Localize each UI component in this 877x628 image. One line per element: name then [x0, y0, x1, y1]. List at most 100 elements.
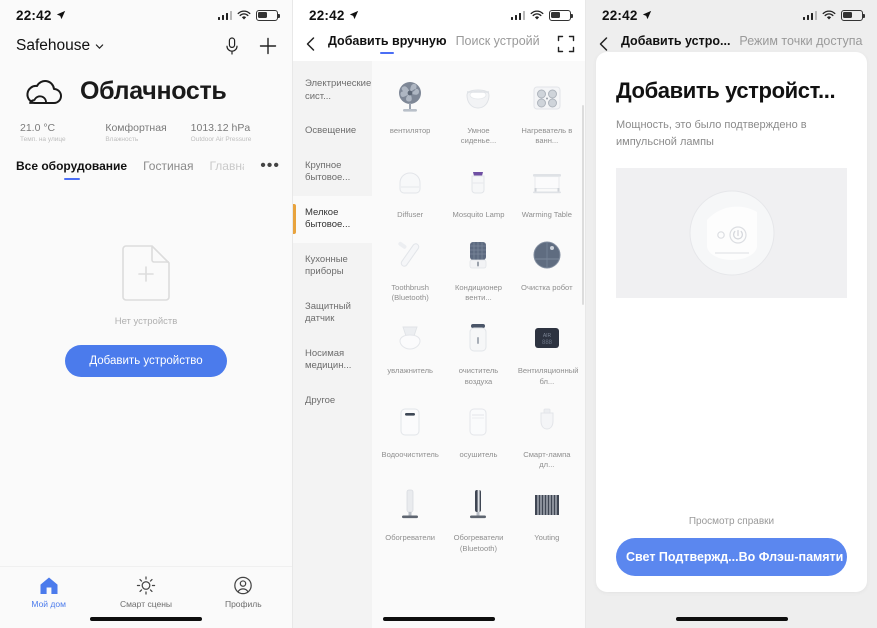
category-item-wearable-health[interactable]: Носимая медицин... — [293, 337, 372, 384]
nav-item-profile[interactable]: Профиль — [195, 576, 292, 609]
card-subtitle: Мощность, это было подтверждено в импуль… — [616, 119, 807, 148]
chevron-down-icon — [95, 43, 104, 49]
status-bar: 22:42 — [0, 0, 292, 30]
status-time: 22:42 — [309, 7, 345, 23]
device-name: Смарт-лампа дл... — [523, 449, 571, 469]
tab-all-devices[interactable]: Все оборудование — [16, 159, 127, 180]
smart-lamp-icon — [526, 401, 568, 443]
plus-icon[interactable] — [258, 36, 278, 56]
water-purifier-icon — [389, 401, 431, 443]
add-device-body: Электрические сист... Освещение Крупное … — [293, 61, 585, 628]
add-device-header: Добавить вручную Поиск устройй — [293, 30, 585, 61]
device-name: Кондиционер венти... — [455, 282, 502, 302]
scrollbar[interactable] — [581, 105, 584, 305]
chevron-left-icon[interactable] — [303, 36, 319, 52]
nav-label: Смарт сцены — [119, 599, 173, 609]
home-selector[interactable]: Safehouse — [16, 37, 104, 55]
device-item[interactable]: Mosquito Lamp — [444, 153, 512, 226]
tab-search-device[interactable]: Поиск устройй — [456, 34, 540, 54]
bottom-nav: Мой дом Смарт сцены Профиль — [0, 566, 292, 628]
device-item[interactable]: Умное сиденье... — [444, 69, 512, 153]
status-bar: 22:42 — [586, 0, 877, 30]
dehumidifier-icon — [457, 401, 499, 443]
weather-stat-label: Outdoor Air Pressure — [190, 136, 252, 143]
confirm-indicator-button[interactable]: Свет Подтвержд...Во Флэш-памяти — [616, 538, 847, 576]
nav-item-my-home[interactable]: Мой дом — [0, 576, 97, 609]
weather-stat-label: Влажность — [105, 136, 139, 143]
radiator-icon — [526, 484, 568, 526]
status-time: 22:42 — [16, 7, 52, 23]
category-item-large-appliances[interactable]: Крупное бытовое... — [293, 149, 372, 196]
device-item[interactable]: осушитель — [444, 393, 512, 477]
status-time: 22:42 — [602, 7, 638, 23]
air-conditioner-fan-icon — [457, 234, 499, 276]
empty-state-label: Нет устройств — [114, 316, 178, 327]
room-tabs-more-button[interactable]: ••• — [260, 157, 280, 182]
weather-stat-value: 1013.12 hPa — [190, 122, 251, 134]
weather-summary[interactable]: Облачность — [0, 64, 292, 108]
nav-label: Профиль — [224, 599, 262, 609]
weather-stat: 1013.12 hPa Outdoor Air Pressure — [191, 122, 276, 143]
signal-icon — [510, 10, 525, 20]
screenshot-root: 22:42 Safehouse Облачность 21.0 °C Темп.… — [0, 0, 877, 628]
device-item[interactable]: Очистка робот — [513, 226, 581, 310]
device-item[interactable]: увлажнитель — [376, 309, 444, 393]
home-indicator — [383, 617, 495, 621]
category-item-kitchen[interactable]: Кухонные приборы — [293, 243, 372, 290]
panel-device-pairing: 22:42 Добавить устро... Режим точки дост… — [585, 0, 877, 628]
tab-living-room[interactable]: Гостиная — [143, 159, 193, 180]
category-item-small-appliances[interactable]: Мелкое бытовое... — [293, 195, 372, 243]
device-item[interactable]: Кондиционер венти... — [444, 226, 512, 310]
device-name: вентилятор — [389, 126, 431, 135]
device-name: Нагреватель в ванн... — [521, 126, 573, 146]
device-name: Mosquito Lamp — [452, 209, 505, 219]
device-item[interactable]: Водоочиститель — [376, 393, 444, 477]
device-name: Умное сиденье... — [460, 126, 497, 146]
device-item[interactable]: Смарт-лампа дл... — [513, 393, 581, 477]
device-name: Очистка робот — [521, 282, 573, 292]
card-title: Добавить устройст... — [616, 78, 836, 103]
category-item-electrical[interactable]: Электрические сист... — [293, 67, 372, 114]
tab-add-manually[interactable]: Добавить вручную — [328, 34, 447, 54]
device-item[interactable]: Обогреватели (Bluetooth) — [444, 476, 512, 560]
category-list: Электрические сист... Освещение Крупное … — [293, 61, 372, 628]
chevron-left-icon[interactable] — [596, 36, 612, 52]
bathroom-heater-icon — [526, 77, 568, 119]
scan-frame-icon[interactable] — [557, 35, 575, 53]
tab-master-bedroom[interactable]: Главная спальня — [209, 159, 244, 180]
location-arrow-icon — [642, 10, 651, 20]
location-arrow-icon — [349, 10, 358, 20]
battery-icon — [256, 9, 281, 21]
device-item[interactable]: Обогреватели — [376, 476, 444, 560]
nav-label: Мой дом — [31, 599, 66, 609]
device-item[interactable]: Youting — [513, 476, 581, 560]
category-item-other[interactable]: Другое — [293, 384, 372, 419]
view-help-link[interactable]: Просмотр справки — [689, 516, 774, 527]
status-bar-indicators — [217, 9, 281, 21]
air-purifier-icon — [457, 317, 499, 359]
home-header: Safehouse — [0, 30, 292, 64]
device-name: Warming Table — [521, 209, 572, 219]
add-device-button[interactable]: Добавить устройство — [65, 345, 227, 377]
device-item[interactable]: очиститель воздуха — [444, 309, 512, 393]
smart-plug-illustration — [616, 168, 847, 298]
device-grid: вентилятор Умное сиденье... Нагреватель … — [372, 61, 585, 628]
tab-add-device[interactable]: Добавить устро... — [621, 34, 730, 54]
microphone-icon[interactable] — [222, 36, 242, 56]
device-item[interactable]: AIR 888 Вентиляционный бл... — [513, 309, 581, 393]
category-item-security-sensor[interactable]: Защитный датчик — [293, 290, 372, 337]
device-item[interactable]: вентилятор — [376, 69, 444, 153]
ventilation-unit-icon: AIR 888 — [526, 317, 568, 359]
device-item[interactable]: Нагреватель в ванн... — [513, 69, 581, 153]
category-item-lighting[interactable]: Освещение — [293, 114, 372, 149]
tab-hotspot-mode[interactable]: Режим точки доступа — [739, 34, 862, 54]
device-item[interactable]: Warming Table — [513, 153, 581, 226]
device-name: Youting — [534, 533, 560, 543]
device-item[interactable]: Toothbrush (Bluetooth) — [376, 226, 444, 310]
nav-item-smart-scenes[interactable]: Смарт сцены — [97, 576, 194, 609]
home-indicator — [90, 617, 202, 621]
toothbrush-icon — [389, 234, 431, 276]
smart-toilet-seat-icon — [457, 77, 499, 119]
mosquito-lamp-icon — [457, 161, 499, 203]
device-item[interactable]: Diffuser — [376, 153, 444, 226]
